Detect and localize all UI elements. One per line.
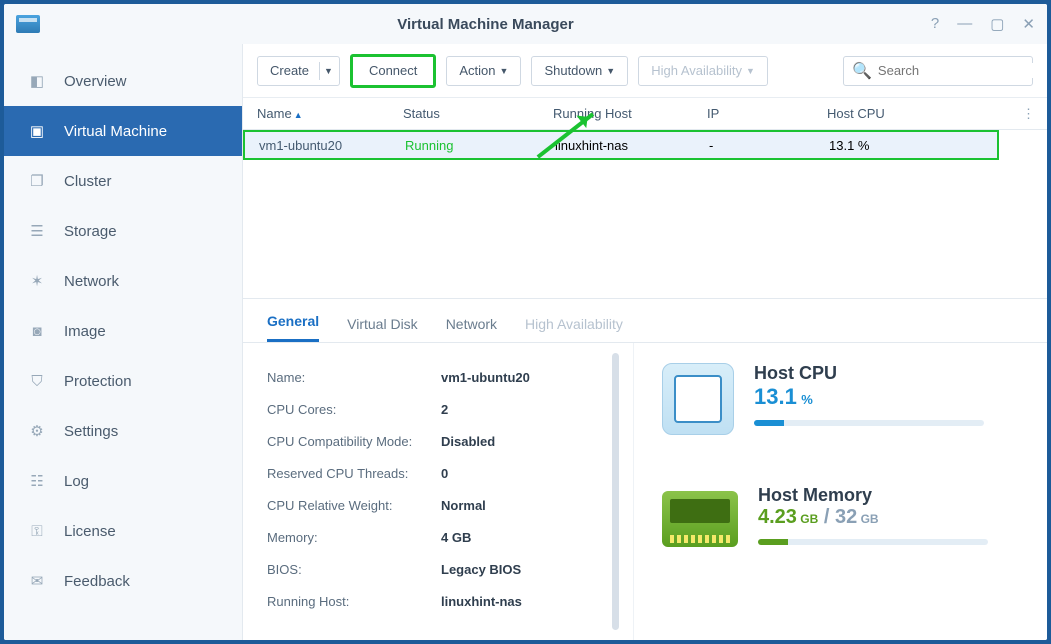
- gauge-title: Host CPU: [754, 363, 984, 384]
- create-button[interactable]: Create▼: [257, 56, 340, 86]
- log-icon: ☷: [26, 470, 48, 492]
- storage-icon: ☰: [26, 220, 48, 242]
- cell-cpu: 13.1 %: [829, 138, 969, 153]
- cell-host: linuxhint-nas: [555, 138, 709, 153]
- mem-used: 4.23: [758, 506, 797, 528]
- vm-icon: ▣: [26, 120, 48, 142]
- sidebar-item-feedback[interactable]: ✉ Feedback: [4, 556, 242, 606]
- memory-icon: [662, 491, 738, 547]
- sidebar-item-label: Feedback: [64, 573, 130, 590]
- sidebar-item-storage[interactable]: ☰ Storage: [4, 206, 242, 256]
- sidebar-item-label: Storage: [64, 223, 117, 240]
- col-cpu[interactable]: Host CPU: [827, 106, 967, 121]
- window-title: Virtual Machine Manager: [40, 16, 931, 33]
- connect-button[interactable]: Connect: [350, 54, 436, 88]
- cluster-icon: ❐: [26, 170, 48, 192]
- sidebar-item-label: Cluster: [64, 173, 112, 190]
- sidebar-item-label: Network: [64, 273, 119, 290]
- cell-ip: -: [709, 138, 829, 153]
- image-icon: ◙: [26, 320, 48, 342]
- mem-bar: [758, 539, 988, 545]
- chevron-down-icon: ▼: [324, 66, 333, 76]
- sidebar-item-label: Virtual Machine: [64, 123, 167, 140]
- cell-name: vm1-ubuntu20: [259, 138, 405, 153]
- column-menu-icon[interactable]: ⋮: [967, 106, 1047, 122]
- app-window: Virtual Machine Manager ? — ▢ ✕ ◧ Overvie…: [4, 4, 1047, 640]
- sidebar-item-virtual-machine[interactable]: ▣ Virtual Machine: [4, 106, 242, 156]
- mail-icon: ✉: [26, 570, 48, 592]
- key-icon: ⚿: [26, 520, 48, 542]
- sidebar-item-license[interactable]: ⚿ License: [4, 506, 242, 556]
- sidebar-item-protection[interactable]: ⛉ Protection: [4, 356, 242, 406]
- cpu-bar: [754, 420, 984, 426]
- sidebar-item-label: Log: [64, 473, 89, 490]
- col-status[interactable]: Status: [403, 106, 553, 121]
- main-panel: Create▼ Connect Action ▼ Shutdown ▼ High…: [242, 44, 1047, 640]
- prop-row: CPU Relative Weight:Normal: [267, 489, 609, 521]
- sidebar-item-label: Settings: [64, 423, 118, 440]
- toolbar: Create▼ Connect Action ▼ Shutdown ▼ High…: [243, 44, 1047, 98]
- minimize-icon[interactable]: —: [957, 15, 972, 33]
- table-header: Name▲ Status Running Host IP Host CPU ⋮: [243, 98, 1047, 130]
- sidebar-item-cluster[interactable]: ❐ Cluster: [4, 156, 242, 206]
- gauges: Host CPU 13.1 % Host Memory 4.23 GB: [633, 343, 1047, 640]
- vm-table: Name▲ Status Running Host IP Host CPU ⋮ …: [243, 98, 1047, 298]
- col-ip[interactable]: IP: [707, 106, 827, 121]
- chevron-down-icon: ▼: [746, 66, 755, 76]
- network-icon: ✶: [26, 270, 48, 292]
- detail-panel: General Virtual Disk Network High Availa…: [243, 298, 1047, 640]
- col-host[interactable]: Running Host: [553, 106, 707, 121]
- cell-status: Running: [405, 138, 555, 153]
- sidebar-item-label: Image: [64, 323, 106, 340]
- prop-row: BIOS:Legacy BIOS: [267, 553, 609, 585]
- sidebar-item-label: License: [64, 523, 116, 540]
- sidebar-item-label: Protection: [64, 373, 132, 390]
- sidebar-item-log[interactable]: ☷ Log: [4, 456, 242, 506]
- gauge-title: Host Memory: [758, 485, 988, 506]
- sidebar-item-network[interactable]: ✶ Network: [4, 256, 242, 306]
- tab-virtual-disk[interactable]: Virtual Disk: [347, 316, 418, 342]
- action-button[interactable]: Action ▼: [446, 56, 521, 86]
- prop-row: Memory:4 GB: [267, 521, 609, 553]
- overview-icon: ◧: [26, 70, 48, 92]
- help-icon[interactable]: ?: [931, 15, 939, 33]
- chevron-down-icon: ▼: [606, 66, 615, 76]
- cpu-icon: [662, 363, 734, 435]
- prop-row: CPU Compatibility Mode:Disabled: [267, 425, 609, 457]
- shutdown-button[interactable]: Shutdown ▼: [531, 56, 628, 86]
- sidebar-item-image[interactable]: ◙ Image: [4, 306, 242, 356]
- prop-row: Reserved CPU Threads:0: [267, 457, 609, 489]
- protection-icon: ⛉: [26, 370, 48, 392]
- mem-total: 32: [835, 506, 857, 528]
- tab-general[interactable]: General: [267, 313, 319, 342]
- app-icon: [16, 15, 40, 33]
- close-icon[interactable]: ✕: [1022, 15, 1035, 33]
- properties-list: Name:vm1-ubuntu20 CPU Cores:2 CPU Compat…: [243, 343, 633, 640]
- detail-tabs: General Virtual Disk Network High Availa…: [243, 299, 1047, 343]
- sidebar-item-label: Overview: [64, 73, 127, 90]
- tab-network[interactable]: Network: [446, 316, 497, 342]
- col-name[interactable]: Name▲: [257, 106, 403, 121]
- search-icon: 🔍: [852, 61, 872, 81]
- gear-icon: ⚙: [26, 420, 48, 442]
- gauge-host-cpu: Host CPU 13.1 %: [662, 363, 1019, 435]
- prop-row: Name:vm1-ubuntu20: [267, 361, 609, 393]
- sort-asc-icon: ▲: [294, 110, 303, 120]
- prop-row: Running Host:linuxhint-nas: [267, 585, 609, 617]
- maximize-icon[interactable]: ▢: [990, 15, 1004, 33]
- tab-high-availability[interactable]: High Availability: [525, 316, 623, 342]
- table-row[interactable]: vm1-ubuntu20 Running linuxhint-nas - 13.…: [243, 130, 999, 160]
- sidebar-item-overview[interactable]: ◧ Overview: [4, 56, 242, 106]
- search-box[interactable]: 🔍: [843, 56, 1033, 86]
- chevron-down-icon: ▼: [500, 66, 509, 76]
- titlebar: Virtual Machine Manager ? — ▢ ✕: [4, 4, 1047, 44]
- sidebar-item-settings[interactable]: ⚙ Settings: [4, 406, 242, 456]
- high-availability-button[interactable]: High Availability ▼: [638, 56, 768, 86]
- sidebar: ◧ Overview ▣ Virtual Machine ❐ Cluster ☰ Sto…: [4, 44, 242, 640]
- search-input[interactable]: [878, 63, 1047, 78]
- prop-row: CPU Cores:2: [267, 393, 609, 425]
- gauge-value: 13.1: [754, 384, 797, 409]
- gauge-host-memory: Host Memory 4.23 GB / 32 GB: [662, 485, 1019, 547]
